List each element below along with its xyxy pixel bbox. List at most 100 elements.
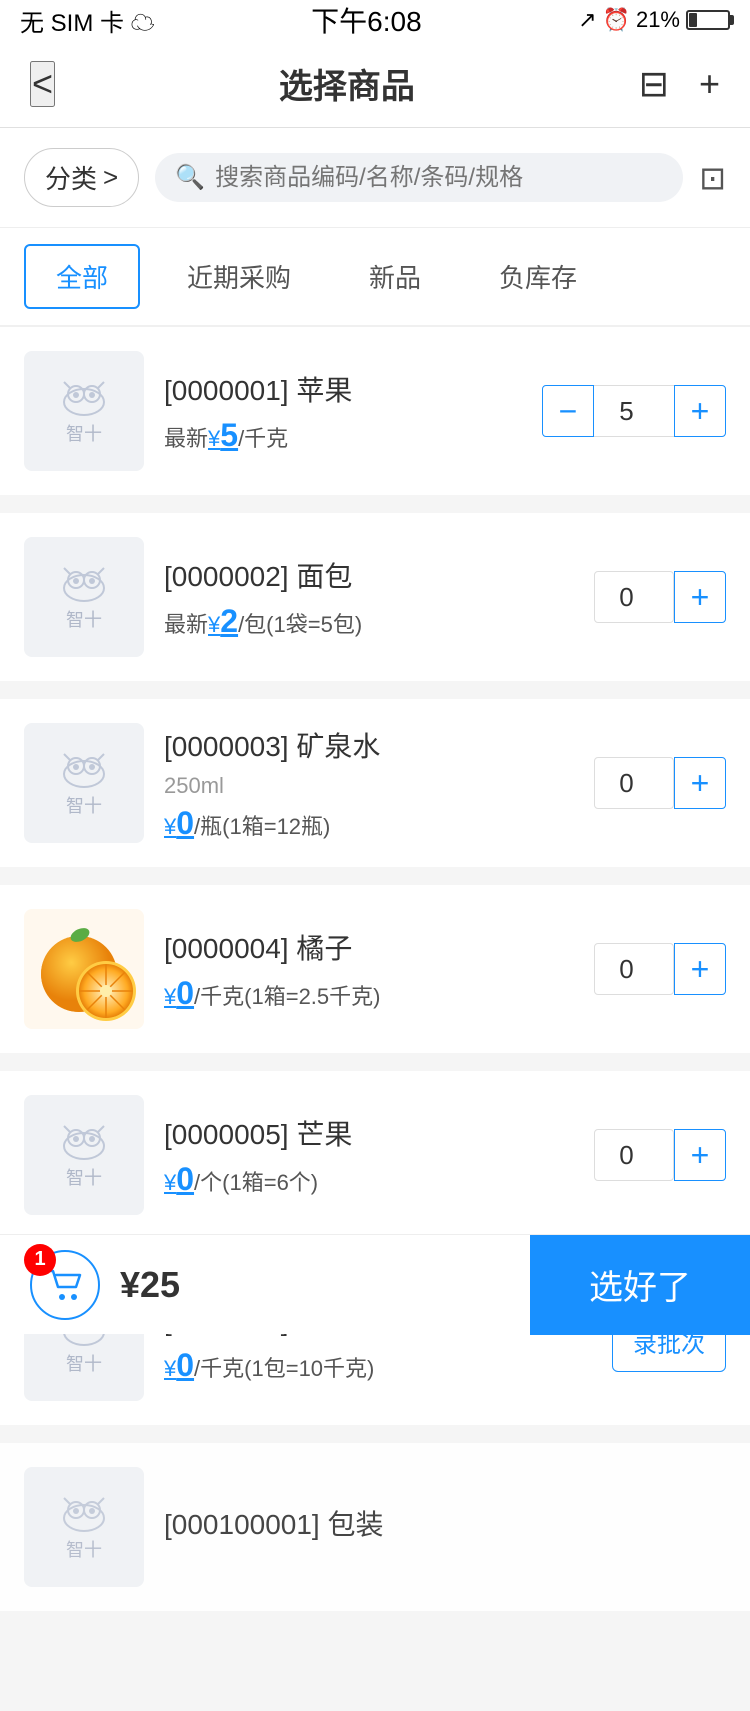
price-num: 0 (176, 975, 194, 1012)
alarm-icon: ⏰ (603, 7, 630, 33)
price-currency: ¥ (164, 814, 176, 840)
brand-text: 智十 (66, 1164, 102, 1190)
increase-button[interactable]: + (674, 1129, 726, 1181)
search-icon: 🔍 (175, 163, 205, 192)
price-unit: /千克(1箱=2.5千克) (194, 979, 380, 1011)
brand-text: 智十 (66, 792, 102, 818)
product-spec: 250ml (164, 773, 574, 799)
header: < 选择商品 ⊟ + (0, 40, 750, 128)
product-name: [0000002] 面包 (164, 555, 574, 595)
back-button[interactable]: < (30, 61, 55, 107)
battery-percent: 21% (636, 7, 680, 33)
tab-bar: 全部 近期采购 新品 负库存 (0, 228, 750, 327)
header-actions: ⊟ + (639, 63, 720, 105)
product-thumbnail: 智十 (24, 537, 144, 657)
product-item: 智十 [0000001] 苹果 最新 ¥ 5 /千克 − + (0, 327, 750, 495)
price-unit: /千克 (238, 421, 288, 453)
add-icon[interactable]: + (699, 63, 720, 105)
sim-status: 无 SIM 卡 ☁ (20, 3, 155, 38)
product-thumbnail: 智十 (24, 1095, 144, 1215)
product-item: 智十 [000100001] 包装 (0, 1443, 750, 1611)
product-thumbnail (24, 909, 144, 1029)
placeholder-image: 智十 (24, 351, 144, 471)
category-label: 分类 (45, 159, 97, 196)
product-name: [0000003] 矿泉水 (164, 725, 574, 765)
product-name: [0000001] 苹果 (164, 369, 522, 409)
decrease-button[interactable]: − (542, 385, 594, 437)
quantity-input[interactable] (594, 1129, 674, 1181)
placeholder-image: 智十 (24, 1467, 144, 1587)
price-row: 最新 ¥ 5 /千克 (164, 417, 522, 454)
product-name: [0000005] 芒果 (164, 1113, 574, 1153)
price-label: 最新 (164, 607, 208, 639)
cart-badge: 1 (24, 1244, 56, 1276)
product-item: 智十 [0000002] 面包 最新 ¥ 2 /包(1袋=5包) + (0, 513, 750, 681)
cart-icon-wrap[interactable]: 1 (30, 1250, 100, 1320)
tab-new[interactable]: 新品 (338, 244, 452, 309)
price-currency: ¥ (208, 426, 220, 452)
brand-text: 智十 (66, 1350, 102, 1376)
price-num: 0 (176, 1347, 194, 1384)
quantity-input[interactable] (594, 943, 674, 995)
location-icon: ↗ (578, 7, 596, 33)
filter-icon[interactable]: ⊟ (639, 63, 669, 105)
quantity-control: + (594, 1129, 726, 1181)
bottom-bar: 1 ¥25 选好了 (0, 1234, 750, 1334)
price-row: 最新 ¥ 2 /包(1袋=5包) (164, 603, 574, 640)
quantity-control: − + (542, 385, 726, 437)
product-info: [0000004] 橘子 ¥ 0 /千克(1箱=2.5千克) (164, 927, 574, 1012)
increase-button[interactable]: + (674, 943, 726, 995)
category-button[interactable]: 分类 > (24, 148, 139, 207)
status-left: 无 SIM 卡 ☁ (20, 3, 155, 38)
price-currency: ¥ (164, 1356, 176, 1382)
price-row: ¥ 0 /千克(1箱=2.5千克) (164, 975, 574, 1012)
product-item: [0000004] 橘子 ¥ 0 /千克(1箱=2.5千克) + (0, 885, 750, 1053)
brand-text: 智十 (66, 420, 102, 446)
increase-button[interactable]: + (674, 757, 726, 809)
product-name: [0000004] 橘子 (164, 927, 574, 967)
search-input[interactable] (215, 164, 663, 192)
price-unit: /个(1箱=6个) (194, 1165, 318, 1197)
quantity-control: + (594, 757, 726, 809)
price-currency: ¥ (164, 1170, 176, 1196)
increase-button[interactable]: + (674, 571, 726, 623)
status-bar: 无 SIM 卡 ☁ 下午6:08 ↗ ⏰ 21% (0, 0, 750, 40)
product-thumbnail: 智十 (24, 1467, 144, 1587)
product-info: [0000003] 矿泉水 250ml ¥ 0 /瓶(1箱=12瓶) (164, 725, 574, 842)
product-thumbnail: 智十 (24, 723, 144, 843)
quantity-input[interactable] (594, 757, 674, 809)
product-info: [0000001] 苹果 最新 ¥ 5 /千克 (164, 369, 522, 454)
status-time: 下午6:08 (311, 0, 422, 40)
tab-all[interactable]: 全部 (24, 244, 140, 309)
quantity-input[interactable] (594, 571, 674, 623)
filter-bar: 分类 > 🔍 ⊡ (0, 128, 750, 228)
price-row: ¥ 0 /千克(1包=10千克) (164, 1347, 592, 1384)
product-list: 智十 [0000001] 苹果 最新 ¥ 5 /千克 − + (0, 327, 750, 1611)
placeholder-image: 智十 (24, 1095, 144, 1215)
battery-icon (686, 10, 730, 30)
product-thumbnail: 智十 (24, 351, 144, 471)
cart-area: 1 ¥25 (0, 1250, 530, 1320)
confirm-button[interactable]: 选好了 (530, 1235, 750, 1335)
price-row: ¥ 0 /瓶(1箱=12瓶) (164, 805, 574, 842)
cart-total: ¥25 (120, 1264, 180, 1306)
price-num: 5 (220, 417, 238, 454)
search-input-wrap: 🔍 (155, 153, 683, 202)
product-item: 智十 [0000005] 芒果 ¥ 0 /个(1箱=6个) + (0, 1071, 750, 1239)
scan-button[interactable]: ⊡ (699, 159, 726, 197)
brand-text: 智十 (66, 606, 102, 632)
tab-negative[interactable]: 负库存 (468, 244, 608, 309)
product-info: [0000005] 芒果 ¥ 0 /个(1箱=6个) (164, 1113, 574, 1198)
quantity-input[interactable] (594, 385, 674, 437)
quantity-control: + (594, 943, 726, 995)
product-info: [000100001] 包装 (164, 1503, 726, 1551)
placeholder-image: 智十 (24, 723, 144, 843)
price-currency: ¥ (164, 984, 176, 1010)
quantity-control: + (594, 571, 726, 623)
placeholder-image: 智十 (24, 537, 144, 657)
product-item: 智十 [0000003] 矿泉水 250ml ¥ 0 /瓶(1箱=12瓶) + (0, 699, 750, 867)
increase-button[interactable]: + (674, 385, 726, 437)
page-title: 选择商品 (279, 59, 415, 108)
product-info: [0000002] 面包 最新 ¥ 2 /包(1袋=5包) (164, 555, 574, 640)
tab-recent[interactable]: 近期采购 (156, 244, 322, 309)
